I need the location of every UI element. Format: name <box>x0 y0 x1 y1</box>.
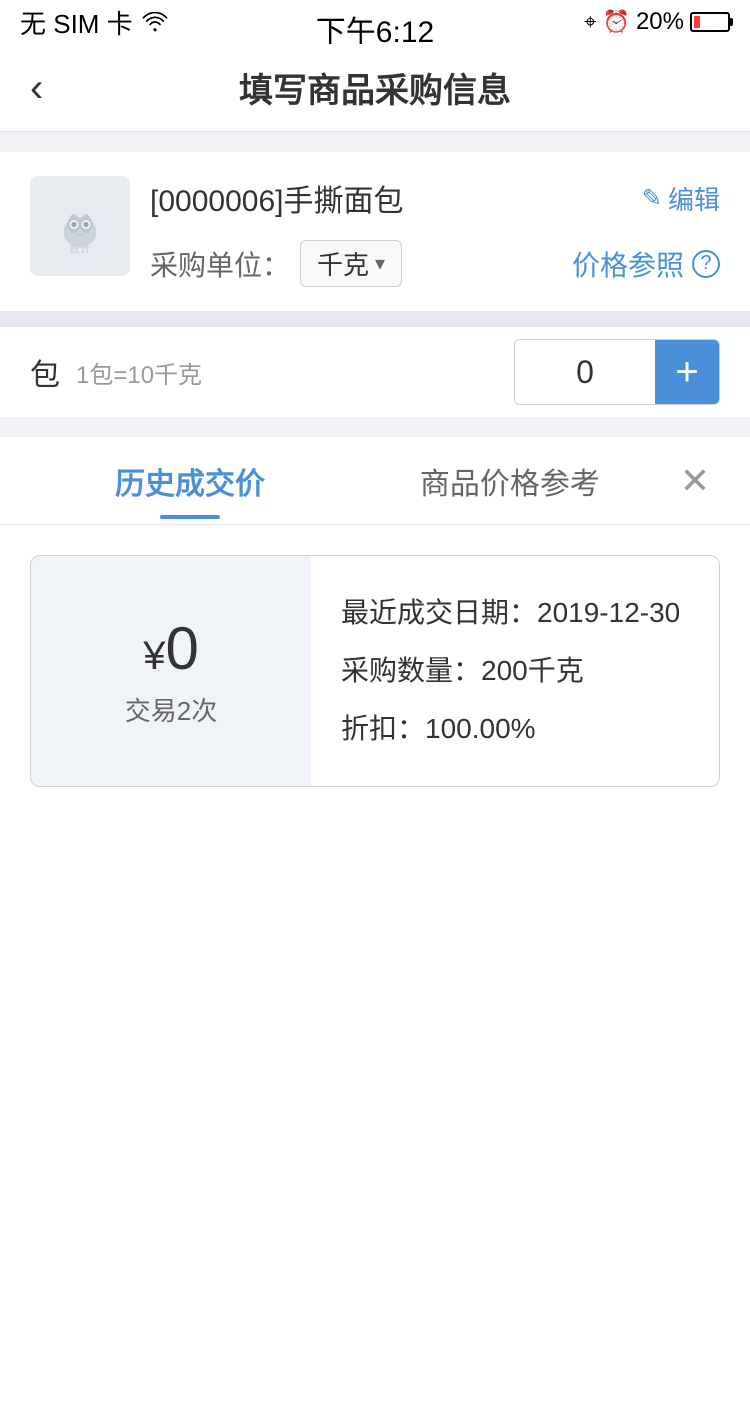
currency-symbol: ¥ <box>143 634 165 678</box>
recent-date-row: 最近成交日期：2019-12-30 <box>341 592 689 634</box>
quantity-row: 包 1包=10千克 + <box>0 327 750 417</box>
wifi-icon <box>141 12 169 32</box>
unit-select-dropdown[interactable]: 千克 ▾ <box>300 240 402 287</box>
unit-label: 采购单位： <box>150 244 290 284</box>
discount-label: 折扣： <box>341 713 425 744</box>
back-button[interactable]: ‹ <box>30 68 43 108</box>
battery-icon <box>690 12 730 32</box>
tab-history-price-label: 历史成交价 <box>115 468 265 501</box>
edit-button[interactable]: ✎ 编辑 <box>642 180 720 217</box>
alarm-icon: ⏰ <box>603 9 630 35</box>
product-image: 数计 <box>30 176 130 276</box>
edit-label: 编辑 <box>668 180 720 217</box>
tab-close-button[interactable]: ✕ <box>670 460 720 502</box>
recent-date-label: 最近成交日期： <box>341 597 537 628</box>
edit-icon: ✎ <box>642 184 662 213</box>
price-ref-label: 价格参照 <box>572 244 684 284</box>
quantity-plus-button[interactable]: + <box>655 340 719 404</box>
tab-history-price[interactable]: 历史成交价 <box>30 443 350 519</box>
location-icon: ⌖ <box>584 9 596 35</box>
tab-price-reference[interactable]: 商品价格参考 <box>350 443 670 519</box>
status-right: ⌖ ⏰ 20% <box>584 8 730 36</box>
product-unit-row: 采购单位： 千克 ▾ 价格参照 ? <box>150 240 720 287</box>
svg-text:数计: 数计 <box>70 242 91 255</box>
unit-dropdown-arrow: ▾ <box>375 251 385 276</box>
plus-icon: + <box>675 350 698 395</box>
content-area <box>0 817 750 1417</box>
status-carrier: 无 SIM 卡 <box>20 4 169 41</box>
page-title: 填写商品采购信息 <box>239 63 511 112</box>
quantity-value: 200千克 <box>481 655 584 686</box>
price-value: 0 <box>165 615 198 682</box>
tab-price-reference-label: 商品价格参考 <box>420 468 600 501</box>
price-card-right: 最近成交日期：2019-12-30 采购数量：200千克 折扣：100.00% <box>311 556 719 786</box>
discount-value: 100.00% <box>425 713 536 744</box>
status-bar: 无 SIM 卡 下午6:12 ⌖ ⏰ 20% <box>0 0 750 44</box>
carrier-text: 无 SIM 卡 <box>20 4 133 41</box>
quantity-input-group: + <box>514 339 720 405</box>
quantity-label: 采购数量： <box>341 655 481 686</box>
quantity-conversion-hint: 1包=10千克 <box>76 355 202 390</box>
section-divider <box>0 311 750 327</box>
price-ref-help-icon: ? <box>692 250 720 278</box>
product-header: 数计 [0000006]手撕面包 ✎ 编辑 采购单位： 千克 ▾ <box>30 176 720 287</box>
product-title-row: [0000006]手撕面包 ✎ 编辑 <box>150 176 720 220</box>
price-amount: ¥0 <box>143 614 199 683</box>
product-name: [0000006]手撕面包 <box>150 176 403 220</box>
quantity-label-group: 包 1包=10千克 <box>30 350 202 394</box>
price-card: ¥0 交易2次 最近成交日期：2019-12-30 采购数量：200千克 折扣：… <box>30 555 720 787</box>
battery-percent: 20% <box>636 8 684 36</box>
history-price-content: ¥0 交易2次 最近成交日期：2019-12-30 采购数量：200千克 折扣：… <box>0 525 750 817</box>
recent-date-value: 2019-12-30 <box>537 597 680 628</box>
quantity-input[interactable] <box>515 340 655 404</box>
purchase-quantity-row: 采购数量：200千克 <box>341 650 689 692</box>
product-thumbnail: 数计 <box>50 196 110 256</box>
quantity-unit-label: 包 <box>30 350 60 394</box>
product-info: [0000006]手撕面包 ✎ 编辑 采购单位： 千克 ▾ 价格参照 <box>150 176 720 287</box>
unit-value: 千克 <box>317 245 369 282</box>
price-reference-link[interactable]: 价格参照 ? <box>572 244 720 284</box>
nav-bar: ‹ 填写商品采购信息 <box>0 44 750 132</box>
tab-bar: 历史成交价 商品价格参考 ✕ <box>0 437 750 525</box>
price-ref-question: ? <box>700 252 711 275</box>
product-section: 数计 [0000006]手撕面包 ✎ 编辑 采购单位： 千克 ▾ <box>0 152 750 311</box>
tab-section: 历史成交价 商品价格参考 ✕ ¥0 交易2次 最近成交日期：2019-12-30… <box>0 437 750 817</box>
trade-count: 交易2次 <box>125 691 217 728</box>
tab-underline <box>160 515 220 519</box>
discount-row: 折扣：100.00% <box>341 708 689 750</box>
price-card-left: ¥0 交易2次 <box>31 556 311 786</box>
